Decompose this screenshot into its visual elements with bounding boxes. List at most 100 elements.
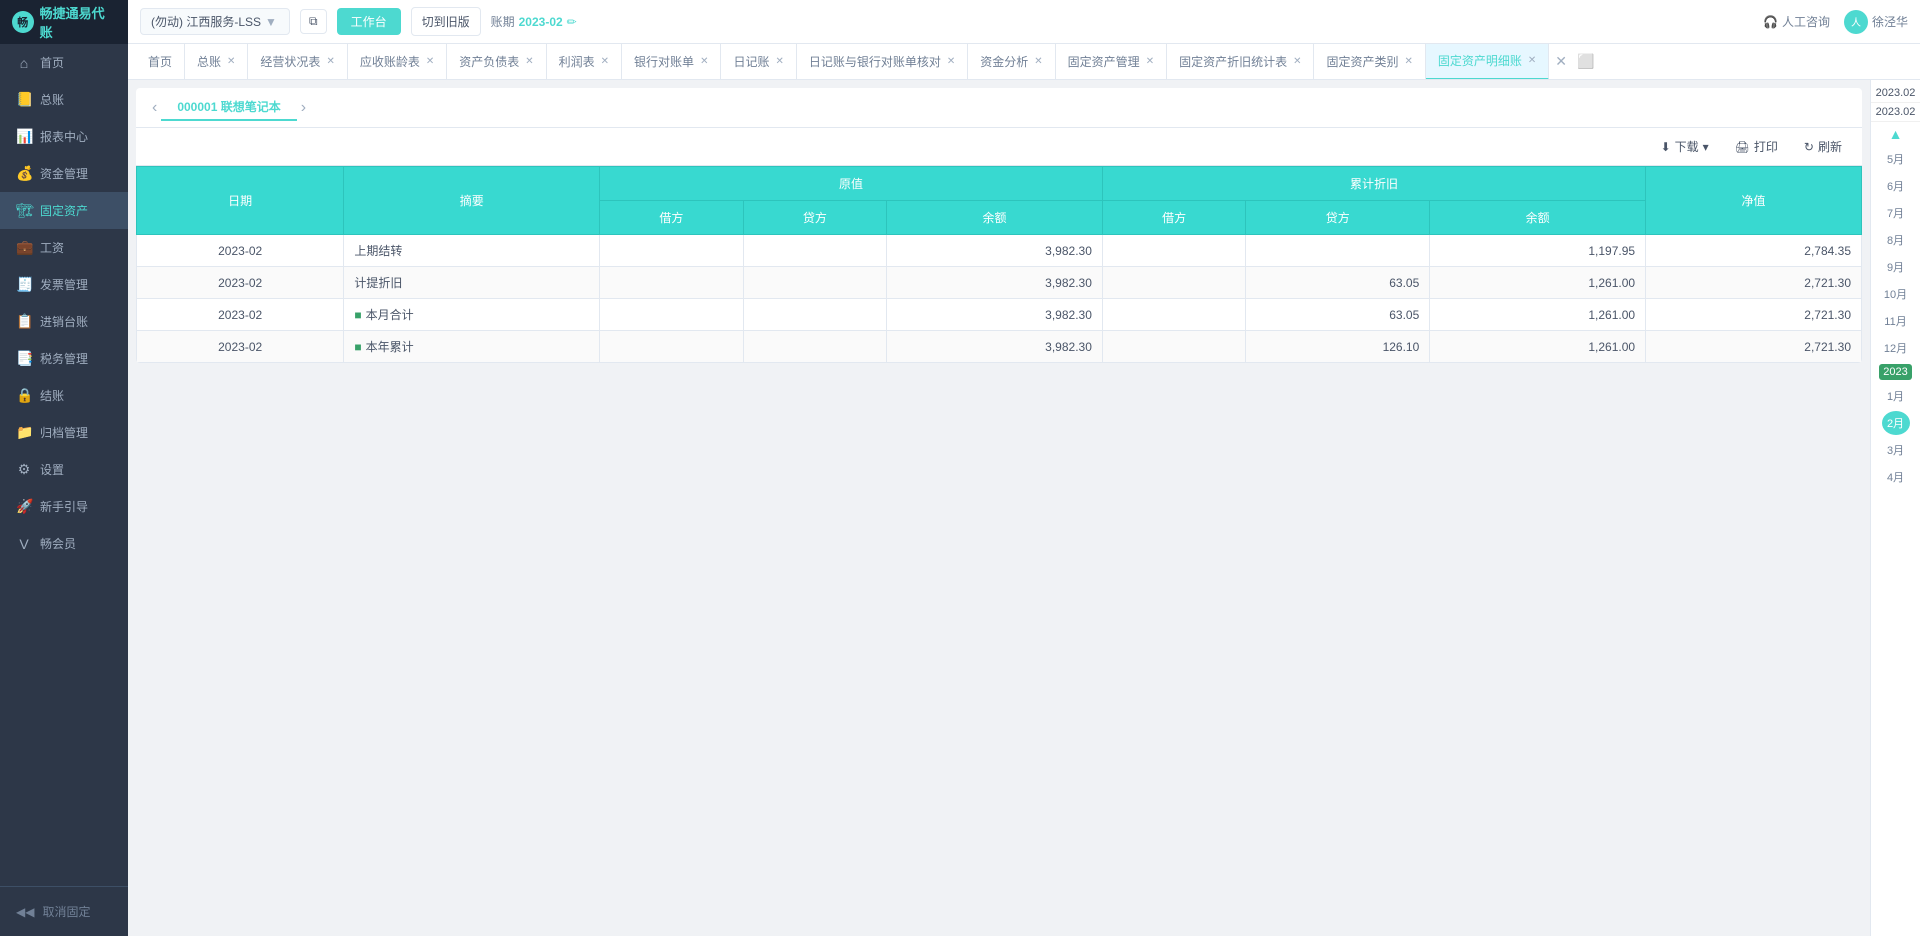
period-edit-icon[interactable]: ✏ <box>567 15 577 29</box>
sub-tab-prev-btn[interactable]: ‹ <box>148 99 161 117</box>
sidebar-item-label: 畅会员 <box>40 535 76 552</box>
month-nav-scroll: 5月 6月 7月 8月 9月 10月 11月 12月 2023 1月 2月 3月 4月 <box>1871 146 1920 490</box>
user-menu[interactable]: 人 徐泾华 <box>1844 10 1908 34</box>
tab-fa-depreciation[interactable]: 固定资产折旧统计表 ✕ <box>1167 44 1314 80</box>
sidebar-item-funds[interactable]: 💰 资金管理 <box>0 155 128 192</box>
copy-btn[interactable]: ⧉ <box>300 9 327 34</box>
unpin-button[interactable]: ◀◀ 取消固定 <box>0 895 128 928</box>
month-nav-item[interactable]: 7月 <box>1876 201 1916 225</box>
tab-fa-management-close[interactable]: ✕ <box>1146 56 1154 67</box>
tab-fund-analysis-close[interactable]: ✕ <box>1034 56 1042 67</box>
td-orig-balance: 3,982.30 <box>887 299 1103 331</box>
switch-old-button[interactable]: 切到旧版 <box>411 7 481 36</box>
sidebar-item-reports[interactable]: 📊 报表中心 <box>0 118 128 155</box>
td-accum-balance: 1,261.00 <box>1430 299 1646 331</box>
td-accum-balance: 1,261.00 <box>1430 267 1646 299</box>
sub-tab-asset-001[interactable]: 000001 联想笔记本 <box>161 94 296 121</box>
period-row-b: 2023.02 <box>1871 103 1920 122</box>
td-orig-debit <box>600 299 743 331</box>
sidebar-item-archive[interactable]: 📁 归档管理 <box>0 414 128 451</box>
help-button[interactable]: 🎧 人工咨询 <box>1763 13 1830 30</box>
tab-bank-statement-close[interactable]: ✕ <box>700 56 708 67</box>
refresh-icon: ↻ <box>1804 140 1814 154</box>
main-area: (勿动) 江西服务-LSS ▼ ⧉ 工作台 切到旧版 账期 2023-02 ✏ … <box>128 0 1920 936</box>
month-nav-item[interactable]: 5月 <box>1876 147 1916 171</box>
td-orig-balance: 3,982.30 <box>887 267 1103 299</box>
month-nav-item[interactable]: 10月 <box>1876 282 1916 306</box>
tab-bank-statement[interactable]: 银行对账单 ✕ <box>622 44 721 80</box>
sidebar-item-salary[interactable]: 💼 工资 <box>0 229 128 266</box>
month-nav-item[interactable]: 9月 <box>1876 255 1916 279</box>
sidebar-item-fixed-assets[interactable]: 🏗 固定资产 <box>0 192 128 229</box>
table-row: 2023-02 上期结转 3,982.30 1,197.95 2,784.35 <box>137 235 1862 267</box>
tab-profit-close[interactable]: ✕ <box>601 56 609 67</box>
sidebar-item-label: 固定资产 <box>40 202 88 219</box>
td-orig-credit <box>743 235 886 267</box>
tab-fa-depreciation-close[interactable]: ✕ <box>1293 56 1301 67</box>
sidebar-item-membership[interactable]: V 畅会员 <box>0 525 128 562</box>
window-controls: ✕ ⬜ <box>1553 53 1596 70</box>
tab-receivables-close[interactable]: ✕ <box>426 56 434 67</box>
download-button[interactable]: ⬇ 下载 ▾ <box>1653 134 1717 159</box>
sidebar-item-settings[interactable]: ⚙ 设置 <box>0 451 128 488</box>
sidebar-item-label: 发票管理 <box>40 276 88 293</box>
sidebar-item-guide[interactable]: 🚀 新手引导 <box>0 488 128 525</box>
month-nav-item[interactable]: 4月 <box>1876 465 1916 489</box>
user-name: 徐泾华 <box>1872 13 1908 30</box>
tab-journal-close[interactable]: ✕ <box>775 56 783 67</box>
print-button[interactable]: 🖨 打印 <box>1727 134 1786 159</box>
company-name: (勿动) 江西服务-LSS <box>151 13 261 30</box>
table-row: 2023-02 ■本月合计 3,982.30 63.05 1,261.00 2,… <box>137 299 1862 331</box>
month-nav-item[interactable]: 8月 <box>1876 228 1916 252</box>
sidebar-item-label: 设置 <box>40 461 64 478</box>
company-selector[interactable]: (勿动) 江西服务-LSS ▼ <box>140 8 290 35</box>
th-orig-credit: 贷方 <box>743 201 886 235</box>
tab-balance-sheet[interactable]: 资产负债表 ✕ <box>447 44 546 80</box>
tab-profit[interactable]: 利润表 ✕ <box>547 44 622 80</box>
sidebar-item-invoice[interactable]: 🧾 发票管理 <box>0 266 128 303</box>
td-summary: 上期结转 <box>344 235 600 267</box>
tab-ledger[interactable]: 总账 ✕ <box>185 44 248 80</box>
tab-fund-analysis[interactable]: 资金分析 ✕ <box>968 44 1055 80</box>
maximize-btn[interactable]: ⬜ <box>1575 53 1596 70</box>
month-nav-item[interactable]: 12月 <box>1876 336 1916 360</box>
sidebar-item-tax[interactable]: 📑 税务管理 <box>0 340 128 377</box>
tab-reconciliation[interactable]: 日记账与银行对账单核对 ✕ <box>797 44 968 80</box>
month-nav-item[interactable]: 11月 <box>1876 309 1916 333</box>
sidebar-item-ledger[interactable]: 📒 总账 <box>0 81 128 118</box>
td-orig-credit <box>743 331 886 363</box>
tab-profit-label: 利润表 <box>559 53 595 70</box>
tab-fa-category-close[interactable]: ✕ <box>1405 56 1413 67</box>
month-nav-item[interactable]: 2023 <box>1879 364 1911 380</box>
tab-fa-detail[interactable]: 固定资产明细账 ✕ <box>1426 44 1549 80</box>
month-nav-item[interactable]: 3月 <box>1876 438 1916 462</box>
tab-operations-close[interactable]: ✕ <box>326 56 334 67</box>
month-nav-item[interactable]: 6月 <box>1876 174 1916 198</box>
tab-receivables[interactable]: 应收账龄表 ✕ <box>348 44 447 80</box>
month-nav-up-btn[interactable]: ▲ <box>1871 122 1920 146</box>
td-net-value: 2,784.35 <box>1646 235 1862 267</box>
tab-fa-management[interactable]: 固定资产管理 ✕ <box>1056 44 1167 80</box>
sub-tab-next-btn[interactable]: › <box>297 99 310 117</box>
sidebar-item-closing[interactable]: 🔒 结账 <box>0 377 128 414</box>
td-date: 2023-02 <box>137 331 344 363</box>
refresh-button[interactable]: ↻ 刷新 <box>1796 134 1850 159</box>
tab-journal[interactable]: 日记账 ✕ <box>721 44 796 80</box>
td-accum-credit: 126.10 <box>1246 331 1430 363</box>
work-bench-button[interactable]: 工作台 <box>337 8 401 35</box>
sidebar-item-sales[interactable]: 📋 进销台账 <box>0 303 128 340</box>
tab-home[interactable]: 首页 <box>136 44 185 80</box>
month-nav-item[interactable]: 2月 <box>1882 411 1910 435</box>
tab-reconciliation-close[interactable]: ✕ <box>947 56 955 67</box>
tab-fa-category[interactable]: 固定资产类别 ✕ <box>1314 44 1425 80</box>
sidebar-item-home[interactable]: ⌂ 首页 <box>0 44 128 81</box>
tab-fa-detail-close[interactable]: ✕ <box>1528 55 1536 66</box>
tab-fa-management-label: 固定资产管理 <box>1068 53 1140 70</box>
tab-ledger-close[interactable]: ✕ <box>227 56 235 67</box>
sub-tab-bar: ‹ 000001 联想笔记本 › <box>136 88 1862 128</box>
tax-icon: 📑 <box>16 350 32 367</box>
tab-operations[interactable]: 经营状况表 ✕ <box>248 44 347 80</box>
month-nav-item[interactable]: 1月 <box>1876 384 1916 408</box>
tab-balance-sheet-close[interactable]: ✕ <box>525 56 533 67</box>
close-all-btn[interactable]: ✕ <box>1553 53 1569 70</box>
